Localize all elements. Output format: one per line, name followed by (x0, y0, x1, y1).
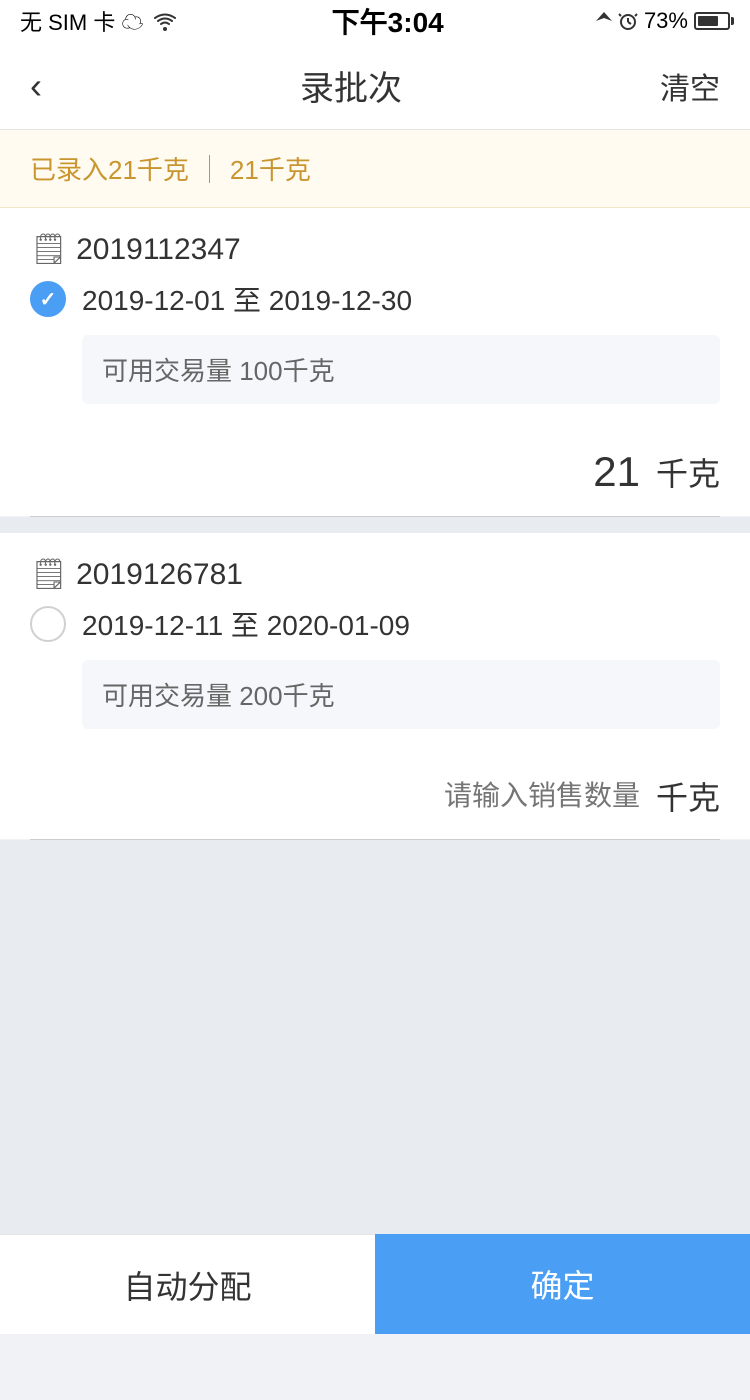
summary-value: 21千克 (230, 150, 311, 187)
radio-checked-1[interactable] (30, 281, 66, 317)
no-sim-text: 无 SIM 卡 ☁ (20, 5, 143, 37)
status-bar: 无 SIM 卡 ☁ 下午3:04 73% (0, 0, 750, 42)
batch-id-row-2: 🗒 2019126781 (30, 557, 720, 592)
status-bar-right: 73% (596, 8, 730, 34)
summary-divider (209, 155, 210, 183)
clear-button[interactable]: 清空 (660, 64, 720, 108)
quantity-input-2[interactable] (340, 780, 640, 812)
batch-date-1: 2019-12-01 至 2019-12-30 (82, 279, 412, 319)
nav-bar: ‹ 录批次 清空 (0, 42, 750, 130)
quantity-unit-1: 千克 (656, 449, 720, 495)
summary-bar: 已录入21千克 21千克 (0, 130, 750, 208)
location-icon (596, 12, 612, 30)
batch-date-row-1[interactable]: 2019-12-01 至 2019-12-30 (30, 279, 720, 319)
summary-recorded-label: 已录入21千克 (30, 150, 189, 187)
alarm-icon (618, 11, 638, 31)
wifi-icon (151, 10, 179, 32)
status-bar-time: 下午3:04 (332, 1, 444, 41)
batch-id-row-1: 🗒 2019112347 (30, 232, 720, 267)
page-title: 录批次 (300, 61, 402, 110)
back-button[interactable]: ‹ (30, 65, 42, 107)
bottom-blank-area (0, 840, 750, 1300)
battery-percent: 73% (644, 8, 688, 34)
radio-unchecked-2[interactable] (30, 606, 66, 642)
quantity-input-wrap-2[interactable] (30, 780, 640, 812)
confirm-button[interactable]: 确定 (375, 1234, 750, 1334)
quantity-row-2: 千克 (0, 753, 750, 839)
quantity-row-1: 21 千克 (0, 428, 750, 516)
batch-date-row-2[interactable]: 2019-12-11 至 2020-01-09 (30, 604, 720, 644)
doc-icon-2: 🗒 (30, 557, 68, 592)
bottom-bar: 自动分配 确定 (0, 1234, 750, 1334)
batch-available-1: 可用交易量 100千克 (82, 335, 720, 404)
doc-icon-1: 🗒 (30, 232, 68, 267)
batch-id-1: 2019112347 (76, 233, 241, 267)
batch-date-2: 2019-12-11 至 2020-01-09 (82, 604, 410, 644)
auto-distribute-button[interactable]: 自动分配 (0, 1234, 375, 1334)
batch-available-2: 可用交易量 200千克 (82, 660, 720, 729)
quantity-value-1: 21 (560, 448, 640, 496)
battery-indicator (694, 12, 730, 30)
quantity-input-wrap-1: 21 (30, 448, 640, 496)
batch-item-1: 🗒 2019112347 2019-12-01 至 2019-12-30 可用交… (0, 208, 750, 428)
batch-item-2: 🗒 2019126781 2019-12-11 至 2020-01-09 可用交… (0, 533, 750, 753)
batch-id-2: 2019126781 (76, 558, 243, 592)
status-bar-left: 无 SIM 卡 ☁ (20, 5, 179, 37)
quantity-unit-2: 千克 (656, 773, 720, 819)
section-separator (0, 517, 750, 533)
